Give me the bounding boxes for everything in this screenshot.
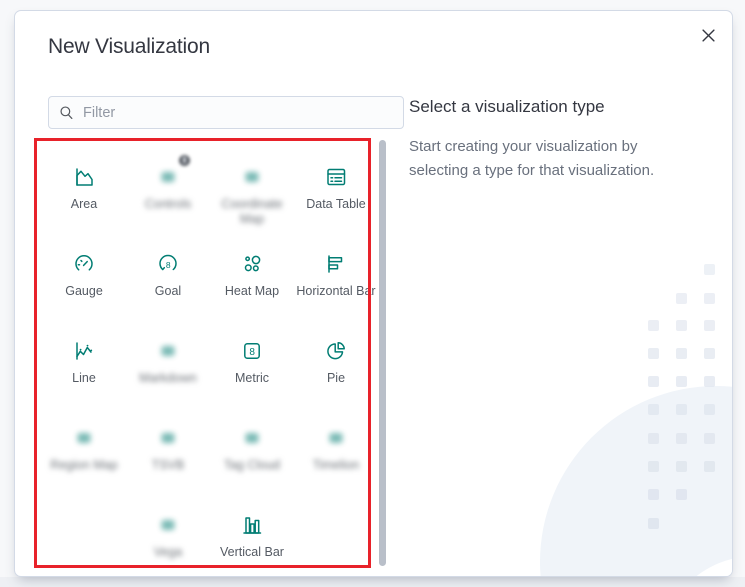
vis-type-item-region-map[interactable]: Region Map bbox=[42, 417, 126, 504]
decorative-dot bbox=[648, 348, 659, 359]
vis-type-label: Gauge bbox=[65, 284, 103, 298]
vega-icon bbox=[155, 512, 181, 538]
decorative-dot bbox=[676, 320, 687, 331]
decorative-dot bbox=[676, 404, 687, 415]
visualization-type-grid: Area Controls Coordinate Map Data Table … bbox=[42, 155, 378, 576]
metric-icon: 8 bbox=[239, 338, 265, 364]
vertical-bar-icon bbox=[239, 512, 265, 538]
decorative-dot bbox=[704, 293, 715, 304]
decorative-dot bbox=[704, 404, 715, 415]
vis-type-item-gauge[interactable]: Gauge bbox=[42, 243, 126, 330]
decorative-dot bbox=[704, 433, 715, 444]
data-table-icon bbox=[323, 164, 349, 190]
pie-chart-icon bbox=[323, 338, 349, 364]
decorative-dot bbox=[676, 376, 687, 387]
vis-type-item-data-table[interactable]: Data Table bbox=[294, 156, 378, 243]
vis-type-item-line[interactable]: Line bbox=[42, 330, 126, 417]
coordinate-map-icon bbox=[239, 164, 265, 190]
details-panel: Select a visualization type Start creati… bbox=[409, 97, 709, 183]
decorative-dot bbox=[648, 320, 659, 331]
vis-type-item-vertical-bar[interactable]: Vertical Bar bbox=[210, 504, 294, 576]
vis-type-label: Data Table bbox=[306, 197, 366, 211]
filter-input[interactable] bbox=[83, 104, 393, 121]
decorative-dot bbox=[676, 293, 687, 304]
decorative-dot bbox=[676, 433, 687, 444]
horizontal-bar-icon bbox=[323, 251, 349, 277]
vis-type-item-timelion[interactable]: Timelion bbox=[294, 417, 378, 504]
vis-type-label: Area bbox=[70, 197, 98, 211]
vis-type-item-horizontal-bar[interactable]: Horizontal Bar bbox=[294, 243, 378, 330]
vis-type-label: Tag Cloud bbox=[223, 458, 281, 472]
vis-type-label: Timelion bbox=[312, 458, 360, 472]
vis-type-label: Markdown bbox=[139, 371, 197, 385]
decorative-dot bbox=[648, 518, 659, 529]
gauge-icon bbox=[71, 251, 97, 277]
decorative-dot bbox=[648, 461, 659, 472]
svg-text:8: 8 bbox=[166, 260, 171, 270]
decorative-dot bbox=[676, 348, 687, 359]
goal-icon: 8 bbox=[155, 251, 181, 277]
decorative-dot bbox=[704, 348, 715, 359]
timelion-icon bbox=[323, 425, 349, 451]
decorative-dot bbox=[648, 433, 659, 444]
line-chart-icon bbox=[71, 338, 97, 364]
vis-type-label: Metric bbox=[234, 371, 270, 385]
vis-type-label: Heat Map bbox=[224, 284, 280, 298]
close-icon[interactable] bbox=[698, 25, 718, 45]
controls-icon bbox=[155, 155, 190, 190]
vis-type-label: TSVB bbox=[151, 458, 185, 472]
vis-type-item-pie[interactable]: Pie bbox=[294, 330, 378, 417]
vis-type-label: Vega bbox=[153, 545, 183, 559]
vis-type-label: Vertical Bar bbox=[220, 545, 284, 559]
details-description: Start creating your visualization by sel… bbox=[409, 138, 655, 179]
vis-type-label: Region Map bbox=[50, 458, 118, 472]
decorative-dot bbox=[704, 264, 715, 275]
vis-type-item-coordinate-map[interactable]: Coordinate Map bbox=[210, 156, 294, 243]
vis-type-item-area[interactable]: Area bbox=[42, 156, 126, 243]
vis-type-item-tag-cloud[interactable]: Tag Cloud bbox=[210, 417, 294, 504]
search-icon bbox=[59, 105, 74, 120]
vis-type-item-heat-map[interactable]: Heat Map bbox=[210, 243, 294, 330]
experimental-badge-icon bbox=[179, 155, 190, 166]
decorative-dot bbox=[704, 461, 715, 472]
tsvb-icon bbox=[155, 425, 181, 451]
vis-type-item-markdown[interactable]: Markdown bbox=[126, 330, 210, 417]
vis-type-item-goal[interactable]: 8 Goal bbox=[126, 243, 210, 330]
decorative-dot bbox=[704, 320, 715, 331]
vis-type-label: Coordinate Map bbox=[221, 197, 283, 226]
new-visualization-modal: New Visualization Area Controls Coordina… bbox=[14, 10, 733, 577]
vis-type-item-vega[interactable]: Vega bbox=[126, 504, 210, 576]
modal-title: New Visualization bbox=[48, 35, 210, 58]
vis-type-label: Goal bbox=[154, 284, 182, 298]
list-scrollbar-thumb[interactable] bbox=[379, 140, 386, 566]
vis-type-label: Line bbox=[72, 371, 96, 385]
filter-search-box[interactable] bbox=[48, 96, 404, 129]
decorative-dot bbox=[648, 404, 659, 415]
vis-type-item-metric[interactable]: 8 Metric bbox=[210, 330, 294, 417]
details-heading: Select a visualization type bbox=[409, 97, 605, 116]
heat-map-icon bbox=[239, 251, 265, 277]
decorative-dot bbox=[704, 376, 715, 387]
markdown-icon bbox=[155, 338, 181, 364]
decorative-dot bbox=[676, 489, 687, 500]
decorative-dot bbox=[648, 376, 659, 387]
vis-type-label: Controls bbox=[144, 197, 192, 211]
vis-type-label: Pie bbox=[326, 371, 346, 385]
vis-type-item-controls[interactable]: Controls bbox=[126, 155, 210, 243]
region-map-icon bbox=[71, 425, 97, 451]
vis-type-item-tsvb[interactable]: TSVB bbox=[126, 417, 210, 504]
decorative-dot bbox=[648, 489, 659, 500]
svg-text:8: 8 bbox=[249, 347, 255, 358]
area-chart-icon bbox=[71, 164, 97, 190]
tag-cloud-icon bbox=[239, 425, 265, 451]
decorative-dot bbox=[676, 461, 687, 472]
vis-type-label: Horizontal Bar bbox=[296, 284, 376, 298]
